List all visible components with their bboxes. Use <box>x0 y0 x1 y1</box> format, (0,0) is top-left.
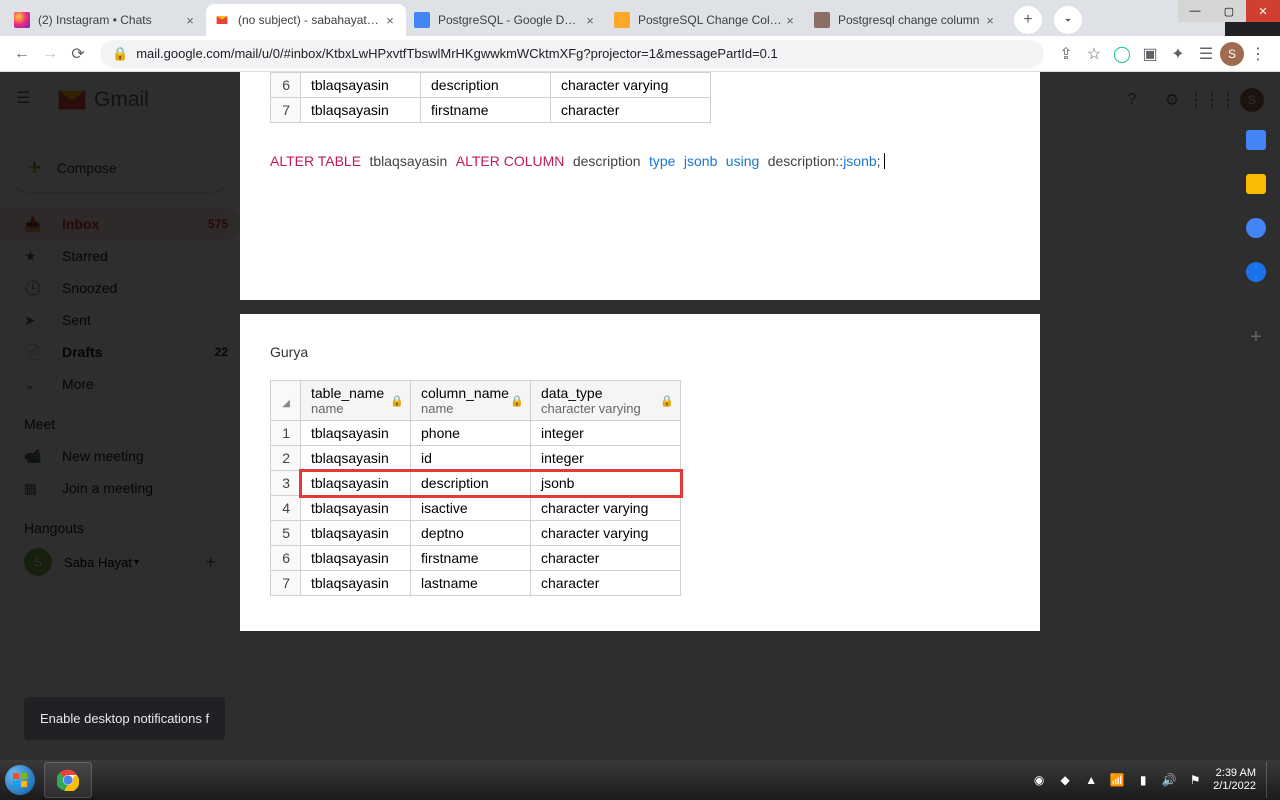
forward-button[interactable]: → <box>36 40 64 68</box>
close-icon[interactable]: × <box>382 12 398 28</box>
show-desktop[interactable] <box>1266 762 1272 798</box>
site-icon <box>614 12 630 28</box>
tab-gmail[interactable]: (no subject) - sabahayatkha × <box>206 4 406 36</box>
tab-title: (2) Instagram • Chats <box>38 13 182 27</box>
db-table-top: 6tblaqsayasindescriptioncharacter varyin… <box>270 72 711 123</box>
taskbar-chrome[interactable] <box>44 762 92 798</box>
table-row: 7tblaqsayasinfirstnamecharacter <box>271 98 711 123</box>
tab-title: (no subject) - sabahayatkha <box>238 13 382 27</box>
tray-volume-icon[interactable]: 🔊 <box>1161 772 1177 788</box>
sql-statement: ALTER TABLE tblaqsayasin ALTER COLUMN de… <box>270 153 1010 170</box>
start-button[interactable] <box>0 760 40 800</box>
col-header: data_type character varying 🔒 <box>531 381 681 421</box>
window-controls: — ▢ ✕ <box>1178 0 1280 22</box>
close-icon[interactable]: × <box>782 12 798 28</box>
url-text: mail.google.com/mail/u/0/#inbox/KtbxLwHP… <box>136 46 778 61</box>
tab-pg2[interactable]: Postgresql change column × <box>806 4 1006 36</box>
close-icon[interactable]: × <box>182 12 198 28</box>
reload-button[interactable]: ⟳ <box>64 40 92 68</box>
tab-instagram[interactable]: (2) Instagram • Chats × <box>6 4 206 36</box>
tab-pg1[interactable]: PostgreSQL Change Colum × <box>606 4 806 36</box>
site-icon <box>814 12 830 28</box>
gmail-icon <box>214 12 230 28</box>
tray-wifi-icon[interactable]: ▮ <box>1135 772 1151 788</box>
window-close[interactable]: ✕ <box>1246 0 1280 22</box>
image-viewer: 6tblaqsayasindescriptioncharacter varyin… <box>240 72 1040 760</box>
close-icon[interactable]: × <box>582 12 598 28</box>
window-minimize[interactable]: — <box>1178 0 1212 22</box>
profile-menu[interactable] <box>1054 6 1082 34</box>
tab-strip: (2) Instagram • Chats × (no subject) - s… <box>0 0 1225 36</box>
tray-icon[interactable]: ▲ <box>1083 772 1099 788</box>
instagram-icon <box>14 12 30 28</box>
tray-icon[interactable]: ◆ <box>1057 772 1073 788</box>
profile-avatar[interactable]: S <box>1220 42 1244 66</box>
tray-network-icon[interactable]: 📶 <box>1109 772 1125 788</box>
star-icon[interactable]: ☆ <box>1080 40 1108 68</box>
address-bar: ← → ⟳ 🔒 mail.google.com/mail/u/0/#inbox/… <box>0 36 1280 72</box>
system-tray: ◉ ◆ ▲ 📶 ▮ 🔊 ⚑ 2:39 AM 2/1/2022 <box>1031 762 1280 798</box>
table-row: 6tblaqsayasindescriptioncharacter varyin… <box>271 73 711 98</box>
gdocs-icon <box>414 12 430 28</box>
tab-title: PostgreSQL Change Colum <box>638 13 782 27</box>
table-row: 1tblaqsayasinphoneinteger <box>271 421 681 446</box>
col-header: table_name name 🔒 <box>301 381 411 421</box>
image-panel-1: 6tblaqsayasindescriptioncharacter varyin… <box>240 72 1040 300</box>
lock-icon: 🔒 <box>112 46 128 62</box>
db-table-main: ◢ table_name name 🔒 column_name name 🔒 <box>270 380 681 596</box>
extension-icon[interactable]: ▣ <box>1136 40 1164 68</box>
lock-icon: 🔒 <box>660 394 674 407</box>
omnibox[interactable]: 🔒 mail.google.com/mail/u/0/#inbox/KtbxLw… <box>100 40 1044 68</box>
window-maximize[interactable]: ▢ <box>1212 0 1246 22</box>
image-panel-2: Gurya ◢ table_name name 🔒 column_name na… <box>240 314 1040 631</box>
back-button[interactable]: ← <box>8 40 36 68</box>
tray-icon[interactable]: ◉ <box>1031 772 1047 788</box>
tab-gdocs[interactable]: PostgreSQL - Google Docs × <box>406 4 606 36</box>
table-row: 7tblaqsayasinlastnamecharacter <box>271 571 681 596</box>
panel-label: Gurya <box>270 344 1010 360</box>
new-tab-button[interactable]: + <box>1014 6 1042 34</box>
table-row: 4tblaqsayasinisactivecharacter varying <box>271 496 681 521</box>
table-row: 6tblaqsayasinfirstnamecharacter <box>271 546 681 571</box>
contacts-icon[interactable] <box>1246 262 1266 282</box>
keep-icon[interactable] <box>1246 174 1266 194</box>
reading-list-icon[interactable]: ☰ <box>1192 40 1220 68</box>
tasks-icon[interactable] <box>1246 218 1266 238</box>
taskbar: ◉ ◆ ▲ 📶 ▮ 🔊 ⚑ 2:39 AM 2/1/2022 <box>0 760 1280 800</box>
close-icon[interactable]: × <box>982 12 998 28</box>
table-row: 2tblaqsayasinidinteger <box>271 446 681 471</box>
corner-cell: ◢ <box>271 381 301 421</box>
table-row: 3tblaqsayasindescriptionjsonb <box>271 471 681 496</box>
extensions-menu-icon[interactable]: ✦ <box>1164 40 1192 68</box>
notification-toast[interactable]: Enable desktop notifications f <box>24 697 225 740</box>
calendar-icon[interactable] <box>1246 130 1266 150</box>
add-addon-icon[interactable]: + <box>1250 326 1262 349</box>
taskbar-clock[interactable]: 2:39 AM 2/1/2022 <box>1213 767 1256 793</box>
tray-flag-icon[interactable]: ⚑ <box>1187 772 1203 788</box>
table-row: 5tblaqsayasindeptnocharacter varying <box>271 521 681 546</box>
col-header: column_name name 🔒 <box>411 381 531 421</box>
tab-title: PostgreSQL - Google Docs <box>438 13 582 27</box>
chrome-menu-icon[interactable]: ⋮ <box>1244 40 1272 68</box>
google-side-panel: + <box>1232 130 1280 349</box>
lock-icon: 🔒 <box>390 394 404 407</box>
extension-grammarly-icon[interactable]: ◯ <box>1108 40 1136 68</box>
share-icon[interactable]: ⇪ <box>1052 40 1080 68</box>
tab-title: Postgresql change column <box>838 13 982 27</box>
lock-icon: 🔒 <box>510 394 524 407</box>
